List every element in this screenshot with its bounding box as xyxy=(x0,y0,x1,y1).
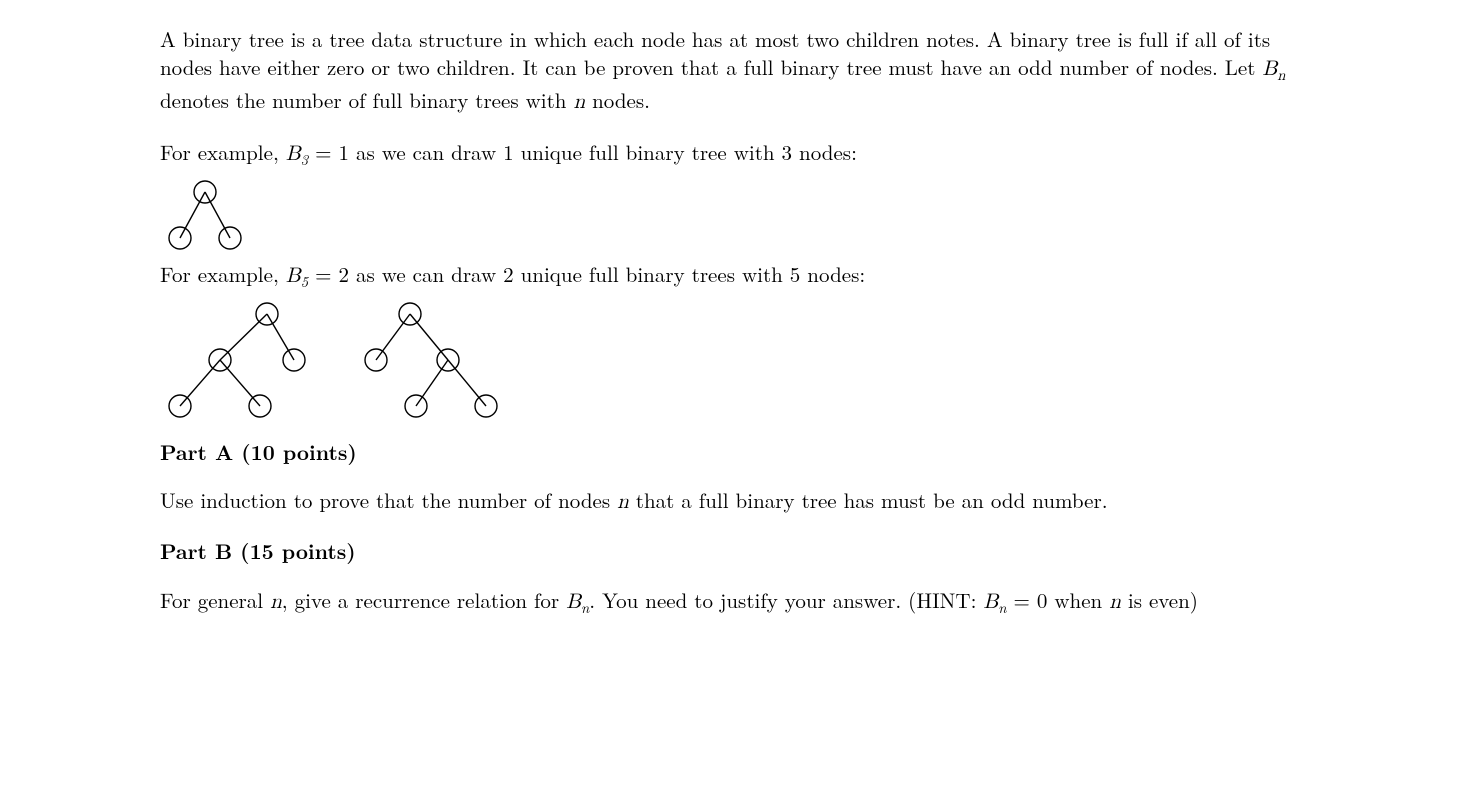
part-b-after: . You need to justify your answer. (HINT… xyxy=(589,585,983,615)
part-b-hint-sub: n xyxy=(998,597,1006,618)
part-b-tail: when n is even) xyxy=(1047,585,1198,615)
example1-paragraph: For example, B3 = 1 as we can draw 1 uni… xyxy=(160,138,1302,170)
part-b-heading: Part B (15 points) xyxy=(160,537,1302,565)
part-b-var2: B xyxy=(566,592,581,613)
example1-prefix: For example, xyxy=(160,137,286,167)
part-a-text: Use induction to prove that the number o… xyxy=(160,485,1108,515)
part-b-hint-eq: = 0 xyxy=(1007,585,1048,615)
example2-var: B xyxy=(286,266,301,287)
part-b-hint-var: B xyxy=(983,592,998,613)
tree-5b-svg xyxy=(340,298,510,424)
edge xyxy=(205,192,230,238)
edge xyxy=(376,314,410,360)
example2-suffix: as we can draw 2 unique full binary tree… xyxy=(349,259,865,289)
edge xyxy=(180,360,220,406)
example1-var: B xyxy=(286,144,301,165)
page-content: A binary tree is a tree data structure i… xyxy=(0,0,1462,791)
example2-prefix: For example, xyxy=(160,259,286,289)
intro-paragraph: A binary tree is a tree data structure i… xyxy=(160,25,1302,118)
edge xyxy=(267,314,294,360)
part-b-prefix: For general xyxy=(160,585,270,615)
edge xyxy=(448,360,486,406)
part-b-mid: , give a recurrence relation for xyxy=(282,585,566,615)
edge xyxy=(416,360,448,406)
tree-3-svg xyxy=(160,176,260,256)
edge xyxy=(180,192,205,238)
example1-suffix: as we can draw 1 unique full binary tree… xyxy=(349,137,857,167)
edge xyxy=(220,360,260,406)
part-a-body: Use induction to prove that the number o… xyxy=(160,486,1302,517)
intro-text: A binary tree is a tree data structure i… xyxy=(160,24,1285,115)
part-b-var1: n xyxy=(270,592,282,613)
tree-row-5nodes xyxy=(160,298,1302,424)
edge xyxy=(410,314,448,360)
example2-paragraph: For example, B5 = 2 as we can draw 2 uni… xyxy=(160,260,1302,292)
part-a-heading: Part A (10 points) xyxy=(160,438,1302,466)
tree-5a-svg xyxy=(160,298,320,424)
part-b-body: For general n, give a recurrence relatio… xyxy=(160,586,1302,618)
edge xyxy=(220,314,267,360)
tree-row-3nodes xyxy=(160,176,1302,256)
example1-rhs: = 1 xyxy=(308,137,349,167)
example2-rhs: = 2 xyxy=(308,259,349,289)
